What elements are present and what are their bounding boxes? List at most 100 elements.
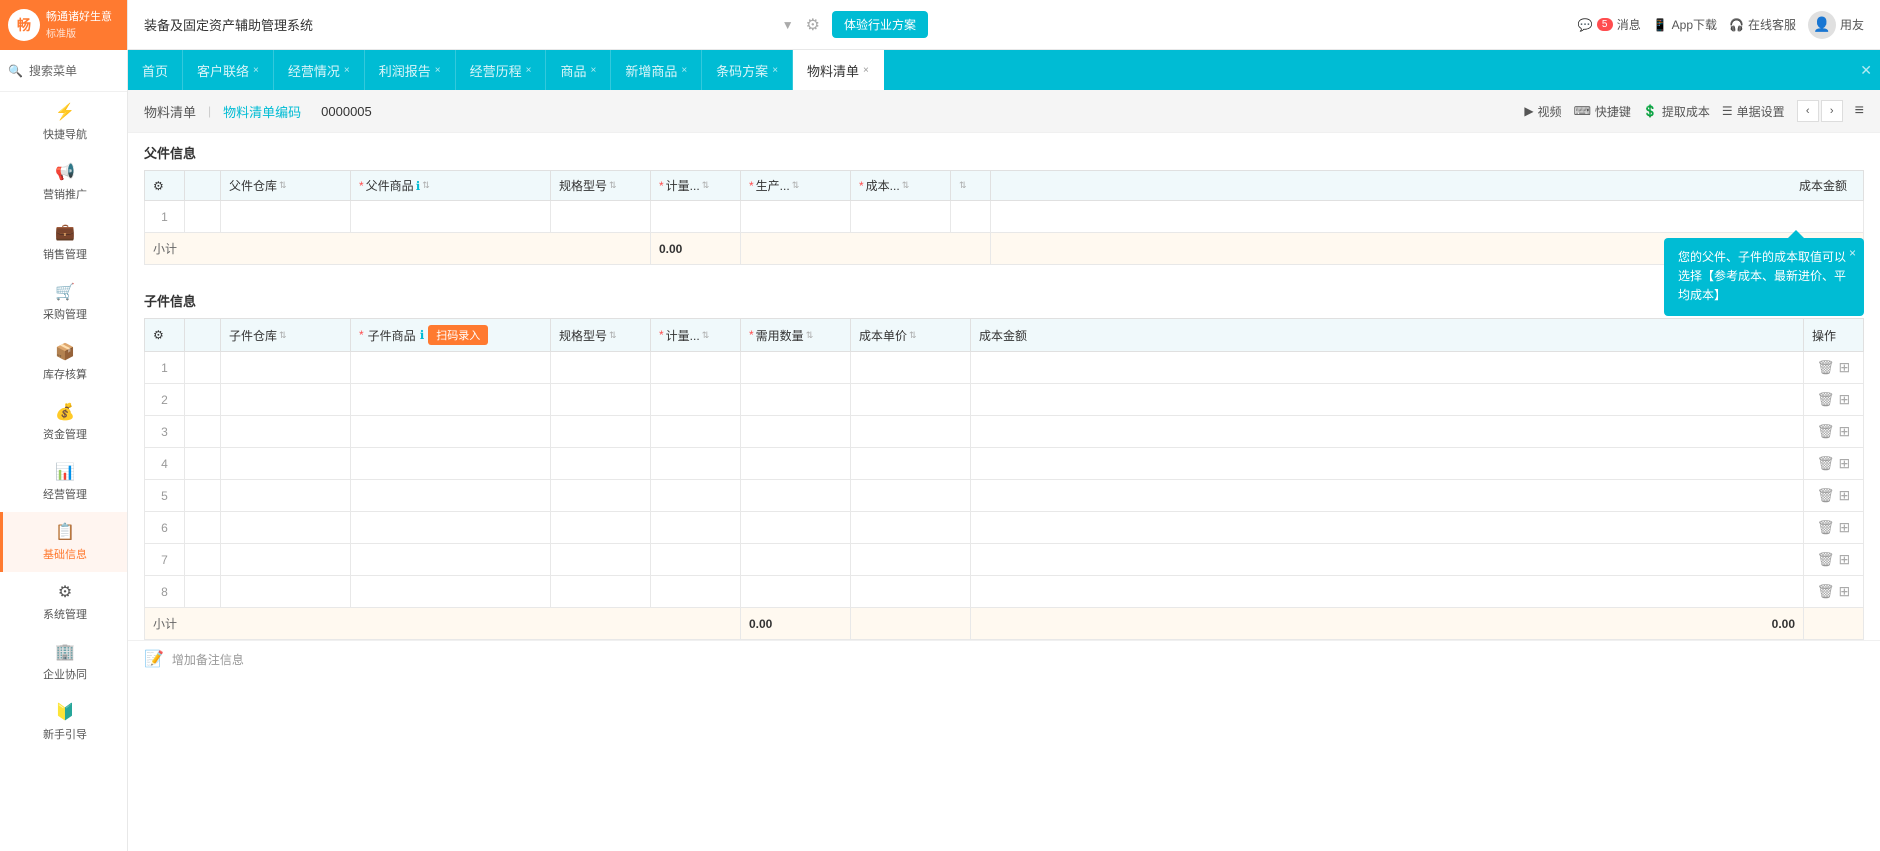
parent-warehouse-input-1[interactable] bbox=[221, 201, 350, 232]
child-spec-input-6[interactable] bbox=[551, 512, 650, 543]
child-row-5-qty[interactable] bbox=[741, 480, 851, 512]
child-spec-input-8[interactable] bbox=[551, 576, 650, 607]
copy-icon-2[interactable]: ⊞ bbox=[1839, 391, 1851, 408]
child-row-8-qty[interactable] bbox=[741, 576, 851, 608]
info-icon-parent[interactable]: ℹ bbox=[416, 179, 421, 193]
parent-row-1-unit[interactable] bbox=[651, 201, 741, 233]
child-unit-sort[interactable]: ⇅ bbox=[702, 330, 710, 341]
sidebar-item-enterprise[interactable]: 🏢 企业协同 bbox=[0, 632, 127, 692]
tab-bom-close[interactable]: × bbox=[863, 65, 869, 76]
tab-history[interactable]: 经营历程 × bbox=[456, 50, 547, 90]
child-unit-price-input-6[interactable] bbox=[851, 512, 970, 543]
child-row-6-qty[interactable] bbox=[741, 512, 851, 544]
child-row-2-spec[interactable] bbox=[551, 384, 651, 416]
user-action[interactable]: 👤 用友 bbox=[1808, 11, 1864, 39]
child-row-7-qty[interactable] bbox=[741, 544, 851, 576]
child-qty-input-1[interactable] bbox=[741, 352, 850, 383]
child-product-input-7[interactable] bbox=[351, 544, 550, 575]
child-spec-input-1[interactable] bbox=[551, 352, 650, 383]
parent-row-1-prod[interactable] bbox=[741, 201, 851, 233]
child-qty-sort[interactable]: ⇅ bbox=[806, 330, 814, 341]
child-product-input-5[interactable] bbox=[351, 480, 550, 511]
child-row-5-unit-price[interactable] bbox=[851, 480, 971, 512]
child-qty-input-2[interactable] bbox=[741, 384, 850, 415]
dropdown-arrow[interactable]: ▼ bbox=[782, 18, 794, 32]
child-unit-input-2[interactable] bbox=[651, 384, 740, 415]
child-row-4-product[interactable] bbox=[351, 448, 551, 480]
child-warehouse-input-3[interactable] bbox=[221, 416, 350, 447]
delete-icon-5[interactable]: 🗑 bbox=[1817, 487, 1835, 504]
parent-th-gear[interactable]: ⚙ bbox=[145, 171, 185, 201]
single-settings-btn[interactable]: ☰ 单据设置 bbox=[1722, 103, 1785, 120]
parent-product-sort[interactable]: ⇅ bbox=[422, 180, 430, 191]
delete-icon-6[interactable]: 🗑 bbox=[1817, 519, 1835, 536]
child-spec-sort[interactable]: ⇅ bbox=[609, 330, 617, 341]
parent-extra-input-1[interactable] bbox=[951, 201, 990, 232]
child-qty-input-5[interactable] bbox=[741, 480, 850, 511]
child-row-1-qty[interactable] bbox=[741, 352, 851, 384]
child-row-7-warehouse[interactable] bbox=[221, 544, 351, 576]
parent-cost-input-1[interactable] bbox=[851, 201, 950, 232]
tab-barcode-close[interactable]: × bbox=[772, 65, 778, 76]
nav-next-btn[interactable]: › bbox=[1821, 100, 1843, 122]
child-unit-input-8[interactable] bbox=[651, 576, 740, 607]
child-row-2-qty[interactable] bbox=[741, 384, 851, 416]
child-unit-input-3[interactable] bbox=[651, 416, 740, 447]
online-service-action[interactable]: 🎧 在线客服 bbox=[1729, 16, 1796, 33]
parent-row-1-extra[interactable] bbox=[951, 201, 991, 233]
tab-history-close[interactable]: × bbox=[526, 65, 532, 76]
sidebar-item-finance[interactable]: 💰 资金管理 bbox=[0, 392, 127, 452]
child-unit-input-6[interactable] bbox=[651, 512, 740, 543]
child-row-2-unit[interactable] bbox=[651, 384, 741, 416]
tab-operations[interactable]: 经营情况 × bbox=[274, 50, 365, 90]
child-row-1-unit[interactable] bbox=[651, 352, 741, 384]
parent-row-1-warehouse[interactable] bbox=[221, 201, 351, 233]
tab-new-goods-close[interactable]: × bbox=[681, 65, 687, 76]
tab-barcode[interactable]: 条码方案 × bbox=[702, 50, 793, 90]
child-warehouse-input-7[interactable] bbox=[221, 544, 350, 575]
child-row-1-product[interactable] bbox=[351, 352, 551, 384]
child-row-5-spec[interactable] bbox=[551, 480, 651, 512]
child-row-4-spec[interactable] bbox=[551, 448, 651, 480]
tooltip-close-btn[interactable]: × bbox=[1849, 244, 1856, 263]
delete-icon-1[interactable]: 🗑 bbox=[1817, 359, 1835, 376]
sidebar-item-inventory[interactable]: 📦 库存核算 bbox=[0, 332, 127, 392]
parent-prod-sort[interactable]: ⇅ bbox=[792, 180, 800, 191]
parent-cost-sort[interactable]: ⇅ bbox=[902, 180, 910, 191]
parent-row-1-product[interactable] bbox=[351, 201, 551, 233]
child-row-8-product[interactable] bbox=[351, 576, 551, 608]
child-row-6-warehouse[interactable] bbox=[221, 512, 351, 544]
copy-icon-4[interactable]: ⊞ bbox=[1839, 455, 1851, 472]
child-warehouse-input-2[interactable] bbox=[221, 384, 350, 415]
child-product-input-1[interactable] bbox=[351, 352, 550, 383]
parent-spec-sort[interactable]: ⇅ bbox=[609, 180, 617, 191]
child-qty-input-6[interactable] bbox=[741, 512, 850, 543]
child-row-2-product[interactable] bbox=[351, 384, 551, 416]
child-unit-price-sort[interactable]: ⇅ bbox=[909, 330, 917, 341]
sidebar-item-operations[interactable]: 📊 经营管理 bbox=[0, 452, 127, 512]
child-warehouse-input-5[interactable] bbox=[221, 480, 350, 511]
menu-icon[interactable]: ≡ bbox=[1855, 102, 1864, 120]
child-spec-input-3[interactable] bbox=[551, 416, 650, 447]
delete-icon-2[interactable]: 🗑 bbox=[1817, 391, 1835, 408]
child-row-3-unit-price[interactable] bbox=[851, 416, 971, 448]
child-row-3-unit[interactable] bbox=[651, 416, 741, 448]
child-unit-price-input-3[interactable] bbox=[851, 416, 970, 447]
child-row-3-qty[interactable] bbox=[741, 416, 851, 448]
sidebar-item-sales[interactable]: 💼 销售管理 bbox=[0, 212, 127, 272]
sidebar-item-purchase[interactable]: 🛒 采购管理 bbox=[0, 272, 127, 332]
child-spec-input-4[interactable] bbox=[551, 448, 650, 479]
child-qty-input-4[interactable] bbox=[741, 448, 850, 479]
child-product-input-2[interactable] bbox=[351, 384, 550, 415]
shortcut-btn[interactable]: ⌨ 快捷键 bbox=[1574, 103, 1631, 120]
tab-home[interactable]: 首页 bbox=[128, 50, 183, 90]
copy-icon-1[interactable]: ⊞ bbox=[1839, 359, 1851, 376]
delete-icon-4[interactable]: 🗑 bbox=[1817, 455, 1835, 472]
child-warehouse-input-6[interactable] bbox=[221, 512, 350, 543]
child-unit-price-input-2[interactable] bbox=[851, 384, 970, 415]
copy-icon-8[interactable]: ⊞ bbox=[1839, 583, 1851, 600]
gear-icon[interactable]: ⚙ bbox=[806, 15, 820, 35]
sidebar-item-basic-info[interactable]: 📋 基础信息 bbox=[0, 512, 127, 572]
child-unit-input-7[interactable] bbox=[651, 544, 740, 575]
tab-customer-close[interactable]: × bbox=[253, 65, 259, 76]
